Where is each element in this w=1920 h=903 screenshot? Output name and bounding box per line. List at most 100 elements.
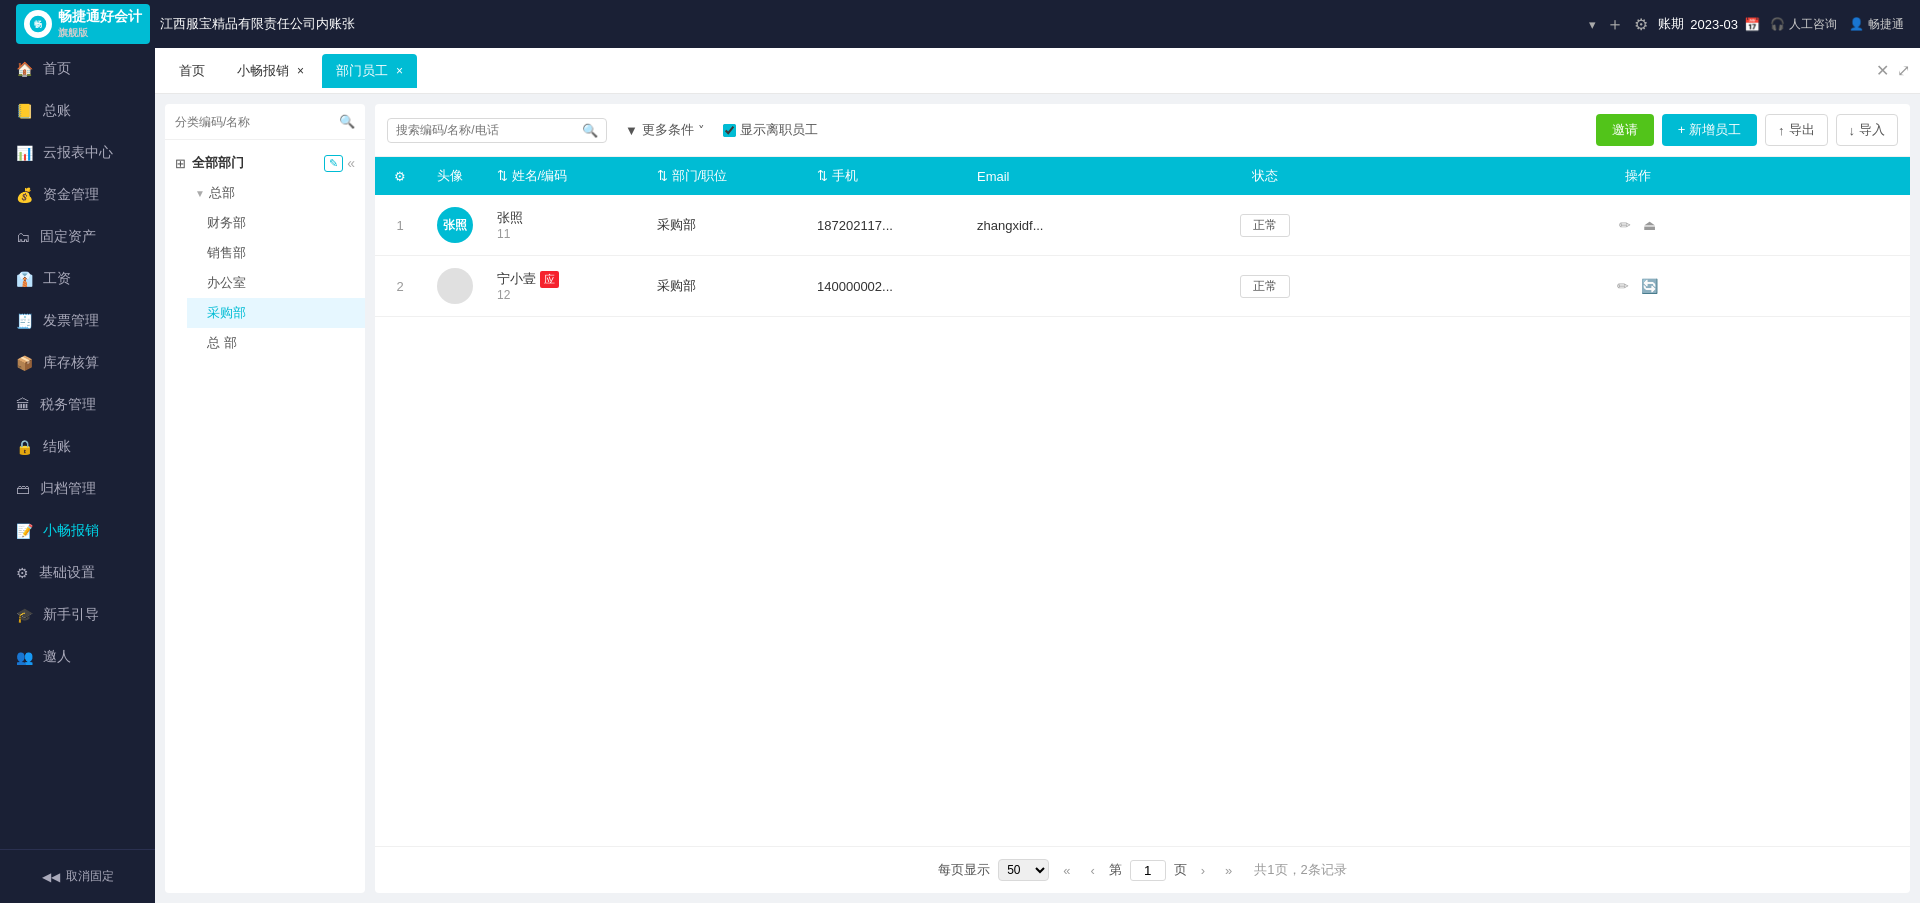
tab-dept-employee[interactable]: 部门员工 × [322, 54, 417, 88]
sidebar-item-guide[interactable]: 🎓 新手引导 [0, 594, 155, 636]
unfix-sidebar-btn[interactable]: ◀◀ 取消固定 [0, 860, 155, 893]
edit-dept-icon[interactable]: ✎ [324, 155, 343, 172]
sidebar-item-tax[interactable]: 🏛 税务管理 [0, 384, 155, 426]
maximize-icon[interactable]: ⤢ [1897, 61, 1910, 80]
dept-node-finance[interactable]: 财务部 [187, 208, 365, 238]
tab-dept-employee-close[interactable]: × [396, 64, 403, 78]
grid-icon: ⊞ [175, 156, 186, 171]
sidebar-item-expense[interactable]: 📝 小畅报销 [0, 510, 155, 552]
avatar-1: 张照 [437, 207, 473, 243]
human-service-btn[interactable]: 🎧 人工咨询 [1770, 16, 1837, 33]
user-account-btn[interactable]: 👤 畅捷通 [1849, 16, 1904, 33]
edit-employee-1-btn[interactable]: ✏ [1619, 217, 1631, 233]
status-cell-2: 正常 [1165, 256, 1365, 317]
last-page-btn[interactable]: » [1219, 861, 1238, 880]
col-phone[interactable]: ⇅ 手机 [805, 157, 965, 195]
add-employee-btn[interactable]: + 新增员工 [1662, 114, 1757, 146]
dept-node-sales[interactable]: 销售部 [187, 238, 365, 268]
per-page-select[interactable]: 50 100 200 [998, 859, 1049, 881]
left-panel: 🔍 ⊞ 全部部门 ✎ « ▼ [165, 104, 365, 893]
add-icon[interactable]: ＋ [1606, 12, 1624, 36]
dept-node-purchase[interactable]: 采购部 [187, 298, 365, 328]
col-dept-position[interactable]: ⇅ 部门/职位 [645, 157, 805, 195]
sidebar-item-ledger[interactable]: 📒 总账 [0, 90, 155, 132]
home-icon: 🏠 [16, 61, 33, 77]
tab-home[interactable]: 首页 [165, 54, 219, 88]
top-bar: 畅 畅捷通好会计 旗舰版 江西服宝精品有限责任公司内账张 ▾ ＋ ⚙ 账期 20… [0, 0, 1920, 48]
logout-employee-1-btn[interactable]: ⏏ [1643, 217, 1656, 233]
export-btn[interactable]: ↑ 导出 [1765, 114, 1828, 146]
edit-employee-2-btn[interactable]: ✏ [1617, 278, 1629, 294]
dept-node-general[interactable]: ▼ 总部 [175, 178, 365, 208]
employee-search-icon[interactable]: 🔍 [582, 123, 598, 138]
col-settings[interactable]: ⚙ [375, 157, 425, 195]
dept-node-office[interactable]: 办公室 [187, 268, 365, 298]
status-badge-2: 正常 [1240, 275, 1290, 298]
actions-cell-2: ✏ 🔄 [1365, 256, 1910, 317]
pagination-bar: 每页显示 50 100 200 « ‹ 第 页 › » 共1页，2条记 [375, 846, 1910, 893]
col-avatar: 头像 [425, 157, 485, 195]
sidebar-item-invite[interactable]: 👥 邀人 [0, 636, 155, 678]
col-email: Email [965, 157, 1165, 195]
show-resigned-checkbox[interactable] [723, 124, 736, 137]
import-icon: ↓ [1849, 123, 1856, 138]
first-page-btn[interactable]: « [1057, 861, 1076, 880]
tax-icon: 🏛 [16, 397, 30, 413]
employee-table: ⚙ 头像 ⇅ 姓名/编码 ⇅ 部门/职位 ⇅ 手机 [375, 157, 1910, 846]
all-dept-header[interactable]: ⊞ 全部部门 ✎ « [165, 148, 365, 178]
sidebar-item-home[interactable]: 🏠 首页 [0, 48, 155, 90]
dept-search-icon[interactable]: 🔍 [339, 114, 355, 129]
phone-cell-1: 187202117... [805, 195, 965, 256]
edition-badge: 旗舰版 [58, 26, 142, 40]
settings-icon[interactable]: ⚙ [1634, 15, 1648, 34]
phone-cell-2: 140000002... [805, 256, 965, 317]
employee-name-1: 张照 [497, 209, 633, 227]
page-number-input[interactable] [1130, 860, 1166, 881]
delete-employee-2-btn[interactable]: 🔄 [1641, 278, 1658, 294]
employee-search-input[interactable] [396, 123, 576, 137]
content-body: 🔍 ⊞ 全部部门 ✎ « ▼ [155, 94, 1920, 903]
dept-search-input[interactable] [175, 115, 339, 129]
sidebar-item-inventory[interactable]: 📦 库存核算 [0, 342, 155, 384]
all-dept-label: 全部部门 [192, 154, 244, 172]
col-name-code[interactable]: ⇅ 姓名/编码 [485, 157, 645, 195]
calendar-icon[interactable]: 📅 [1744, 17, 1760, 32]
dept-node-general2[interactable]: 总 部 [187, 328, 365, 358]
sidebar-item-close-account[interactable]: 🔒 结账 [0, 426, 155, 468]
box-icon: 📦 [16, 355, 33, 371]
dropdown-arrow-icon[interactable]: ▾ [1589, 17, 1596, 32]
filter-icon: ▼ [625, 123, 638, 138]
sidebar-item-reports[interactable]: 📊 云报表中心 [0, 132, 155, 174]
sidebar-item-archive[interactable]: 🗃 归档管理 [0, 468, 155, 510]
sidebar-item-capital[interactable]: 💰 资金管理 [0, 174, 155, 216]
invoice-icon: 🧾 [16, 313, 33, 329]
import-btn[interactable]: ↓ 导入 [1836, 114, 1899, 146]
tab-expense[interactable]: 小畅报销 × [223, 54, 318, 88]
next-page-btn[interactable]: › [1195, 861, 1211, 880]
close-window-icon[interactable]: ✕ [1876, 61, 1889, 80]
total-records: 共1页，2条记录 [1254, 861, 1346, 879]
tab-bar: 首页 小畅报销 × 部门员工 × ✕ ⤢ [155, 48, 1920, 94]
status-cell-1: 正常 [1165, 195, 1365, 256]
tab-expense-close[interactable]: × [297, 64, 304, 78]
more-filter-btn[interactable]: ▼ 更多条件 ˅ [617, 117, 713, 143]
sidebar-item-fixed-assets[interactable]: 🗂 固定资产 [0, 216, 155, 258]
status-badge-1: 正常 [1240, 214, 1290, 237]
svg-text:畅: 畅 [34, 19, 42, 29]
expand-triangle-icon: ▼ [195, 188, 205, 199]
close-account-icon: 🔒 [16, 439, 33, 455]
cube-icon: 🗂 [16, 229, 30, 245]
row-num-1: 1 [375, 195, 425, 256]
sidebar-item-invoice[interactable]: 🧾 发票管理 [0, 300, 155, 342]
logo-area: 畅 畅捷通好会计 旗舰版 [16, 4, 150, 44]
sidebar-item-payroll[interactable]: 👔 工资 [0, 258, 155, 300]
col-status: 状态 [1165, 157, 1365, 195]
guide-icon: 🎓 [16, 607, 33, 623]
collapse-icon[interactable]: « [347, 155, 355, 172]
prev-page-btn[interactable]: ‹ [1084, 861, 1100, 880]
invite-btn[interactable]: 邀请 [1596, 114, 1654, 146]
employee-name-2: 宁小壹 应 [497, 270, 633, 288]
sidebar-item-settings[interactable]: ⚙ 基础设置 [0, 552, 155, 594]
row-num-2: 2 [375, 256, 425, 317]
chart-icon: 📊 [16, 145, 33, 161]
